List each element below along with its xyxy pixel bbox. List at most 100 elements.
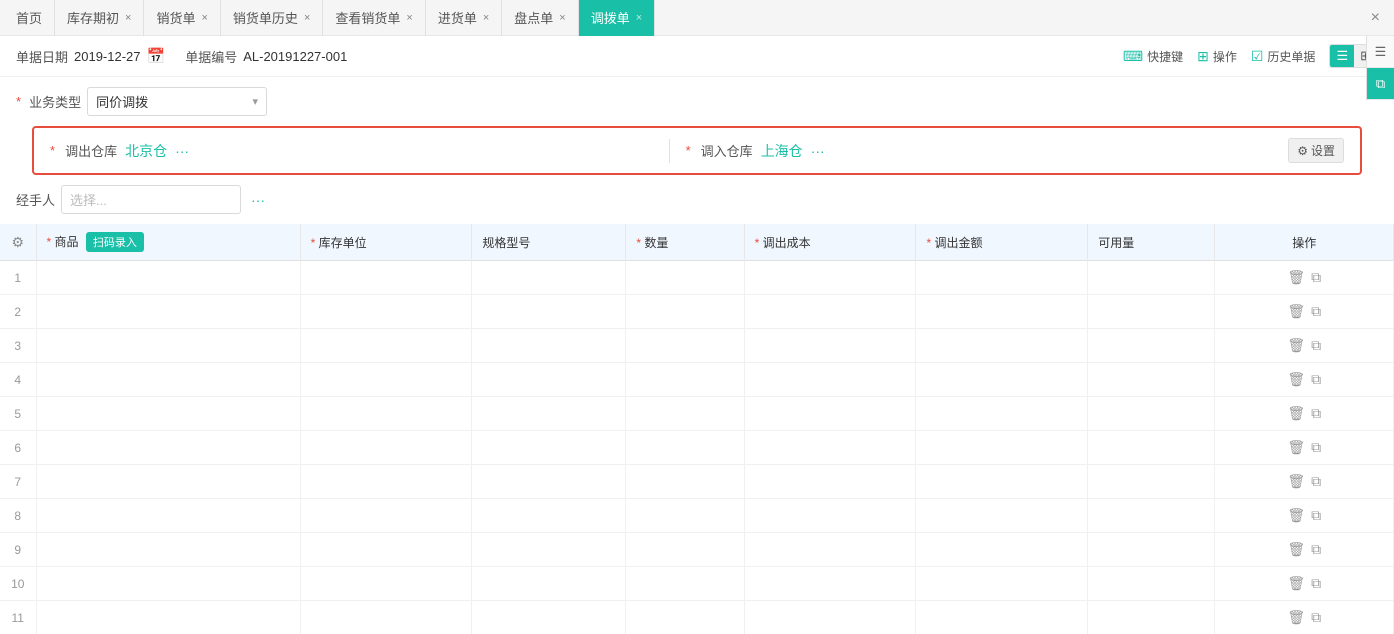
delete-icon-row10[interactable]: 🗑 bbox=[1287, 575, 1305, 592]
table-row: 1 🗑 ⧉ bbox=[0, 261, 1394, 295]
delete-icon-row4[interactable]: 🗑 bbox=[1287, 371, 1305, 388]
copy-icon-row1[interactable]: ⧉ bbox=[1311, 269, 1321, 286]
copy-icon-row3[interactable]: ⧉ bbox=[1311, 337, 1321, 354]
tab-inventory-count[interactable]: 盘点单 × bbox=[502, 0, 578, 36]
copy-icon-row11[interactable]: ⧉ bbox=[1311, 609, 1321, 626]
copy-icon-row8[interactable]: ⧉ bbox=[1311, 507, 1321, 524]
shortcuts-button[interactable]: ⌨ 快捷键 bbox=[1123, 48, 1183, 65]
form-row-handler: 经手人 选择... ··· bbox=[16, 185, 1378, 214]
delete-icon-row6[interactable]: 🗑 bbox=[1287, 439, 1305, 456]
form-row-1: * 业务类型 同价调拨 ▾ bbox=[16, 87, 1378, 116]
history-button[interactable]: ☑ 历史单据 bbox=[1251, 48, 1316, 65]
table-header-row: ⚙ * 商品 扫码录入 * 库存单位 规格型号 * bbox=[0, 224, 1394, 261]
operations-button[interactable]: ⊞ 操作 bbox=[1197, 48, 1237, 65]
right-sidebar: ☰ ⧉ bbox=[1366, 36, 1394, 100]
col-gear: ⚙ bbox=[0, 224, 36, 261]
tab-sales-history[interactable]: 销货单历史 × bbox=[221, 0, 323, 36]
tab-close-inventory-init[interactable]: × bbox=[125, 12, 131, 24]
delete-icon-row9[interactable]: 🗑 bbox=[1287, 541, 1305, 558]
copy-icon-row2[interactable]: ⧉ bbox=[1311, 303, 1321, 320]
tab-sales-order[interactable]: 销货单 × bbox=[144, 0, 220, 36]
row-1-qty[interactable] bbox=[626, 261, 744, 295]
row-1-actions: 🗑 ⧉ bbox=[1215, 261, 1394, 295]
row-1-available[interactable] bbox=[1088, 261, 1215, 295]
col-unit: * 库存单位 bbox=[300, 224, 472, 261]
col-actions: 操作 bbox=[1215, 224, 1394, 261]
docno-group: 单据编号 AL-20191227-001 bbox=[185, 47, 347, 66]
col-qty: * 数量 bbox=[626, 224, 744, 261]
table-row: 4 🗑⧉ bbox=[0, 363, 1394, 397]
transfer-in-field: * 调入仓库 上海仓 ··· bbox=[686, 141, 1289, 161]
transfer-in-more-icon[interactable]: ··· bbox=[811, 143, 825, 159]
tab-purchase-order[interactable]: 进货单 × bbox=[426, 0, 502, 36]
tab-home[interactable]: 首页 bbox=[4, 0, 55, 36]
tab-close-sales-order[interactable]: × bbox=[201, 12, 207, 24]
keyboard-icon: ⌨ bbox=[1123, 48, 1143, 65]
tab-view-sales[interactable]: 查看销货单 × bbox=[323, 0, 425, 36]
required-mark-in: * bbox=[686, 143, 691, 158]
row-1-cost[interactable] bbox=[744, 261, 916, 295]
tab-close-inventory-count[interactable]: × bbox=[559, 12, 565, 24]
table-row: 2 🗑⧉ bbox=[0, 295, 1394, 329]
history-icon: ☑ bbox=[1251, 48, 1264, 65]
delete-icon-row5[interactable]: 🗑 bbox=[1287, 405, 1305, 422]
col-amount: * 调出金额 bbox=[916, 224, 1088, 261]
col-available: 可用量 bbox=[1088, 224, 1215, 261]
delete-icon-row1[interactable]: 🗑 bbox=[1287, 269, 1305, 286]
delete-icon-row3[interactable]: 🗑 bbox=[1287, 337, 1305, 354]
required-mark-out: * bbox=[50, 143, 55, 158]
calendar-icon[interactable]: 📅 bbox=[147, 47, 166, 65]
transfer-out-more-icon[interactable]: ··· bbox=[175, 143, 189, 159]
table-row: 10 🗑⧉ bbox=[0, 567, 1394, 601]
row-1-unit[interactable] bbox=[300, 261, 472, 295]
handler-select[interactable]: 选择... bbox=[61, 185, 241, 214]
window-close-button[interactable]: × bbox=[1361, 9, 1390, 27]
required-mark-1: * bbox=[16, 94, 21, 109]
business-type-select[interactable]: 同价调拨 ▾ bbox=[87, 87, 267, 116]
dropdown-arrow-icon: ▾ bbox=[253, 95, 259, 108]
sidebar-export-icon[interactable]: ⧉ bbox=[1367, 68, 1394, 100]
layout-list-btn[interactable]: ☰ bbox=[1330, 45, 1354, 67]
row-1-product[interactable] bbox=[36, 261, 300, 295]
table-row: 9 🗑⧉ bbox=[0, 533, 1394, 567]
copy-icon-row6[interactable]: ⧉ bbox=[1311, 439, 1321, 456]
business-type-label: 业务类型 bbox=[29, 92, 81, 111]
copy-icon-row5[interactable]: ⧉ bbox=[1311, 405, 1321, 422]
delete-icon-row11[interactable]: 🗑 bbox=[1287, 609, 1305, 626]
row-num-1: 1 bbox=[0, 261, 36, 295]
copy-icon-row7[interactable]: ⧉ bbox=[1311, 473, 1321, 490]
col-product: * 商品 扫码录入 bbox=[36, 224, 300, 261]
row-1-spec[interactable] bbox=[472, 261, 626, 295]
date-group: 单据日期 2019-12-27 📅 bbox=[16, 47, 165, 66]
row-1-amount[interactable] bbox=[916, 261, 1088, 295]
handler-field: 经手人 选择... ··· bbox=[16, 185, 265, 214]
col-cost: * 调出成本 bbox=[744, 224, 916, 261]
tab-inventory-init[interactable]: 库存期初 × bbox=[55, 0, 144, 36]
table-row: 7 🗑⧉ bbox=[0, 465, 1394, 499]
settings-button[interactable]: ⚙ 设置 bbox=[1288, 138, 1344, 163]
copy-icon-row9[interactable]: ⧉ bbox=[1311, 541, 1321, 558]
tab-close-transfer-order[interactable]: × bbox=[636, 12, 642, 24]
handler-more-icon[interactable]: ··· bbox=[251, 192, 265, 208]
sidebar-list-icon[interactable]: ☰ bbox=[1367, 36, 1394, 68]
transfer-out-label: 调出仓库 bbox=[65, 141, 117, 160]
settings-icon: ⚙ bbox=[1297, 144, 1308, 158]
tab-transfer-order[interactable]: 调拨单 × bbox=[579, 0, 655, 36]
form-area: * 业务类型 同价调拨 ▾ * 调出仓库 北京仓 ··· * 调入仓库 上海仓 bbox=[0, 77, 1394, 224]
table-row: 8 🗑⧉ bbox=[0, 499, 1394, 533]
table-row: 11 🗑⧉ bbox=[0, 601, 1394, 634]
copy-icon-row4[interactable]: ⧉ bbox=[1311, 371, 1321, 388]
delete-icon-row8[interactable]: 🗑 bbox=[1287, 507, 1305, 524]
tab-close-purchase-order[interactable]: × bbox=[483, 12, 489, 24]
tab-close-view-sales[interactable]: × bbox=[406, 12, 412, 24]
business-type-value: 同价调拨 bbox=[96, 92, 244, 111]
warehouse-divider bbox=[669, 139, 670, 163]
transfer-out-field: * 调出仓库 北京仓 ··· bbox=[50, 141, 653, 161]
copy-icon-row10[interactable]: ⧉ bbox=[1311, 575, 1321, 592]
delete-icon-row2[interactable]: 🗑 bbox=[1287, 303, 1305, 320]
tab-close-sales-history[interactable]: × bbox=[304, 12, 310, 24]
scan-btn[interactable]: 扫码录入 bbox=[86, 232, 144, 252]
gear-settings-icon[interactable]: ⚙ bbox=[11, 234, 24, 250]
delete-icon-row7[interactable]: 🗑 bbox=[1287, 473, 1305, 490]
grid-icon: ⊞ bbox=[1197, 48, 1209, 65]
